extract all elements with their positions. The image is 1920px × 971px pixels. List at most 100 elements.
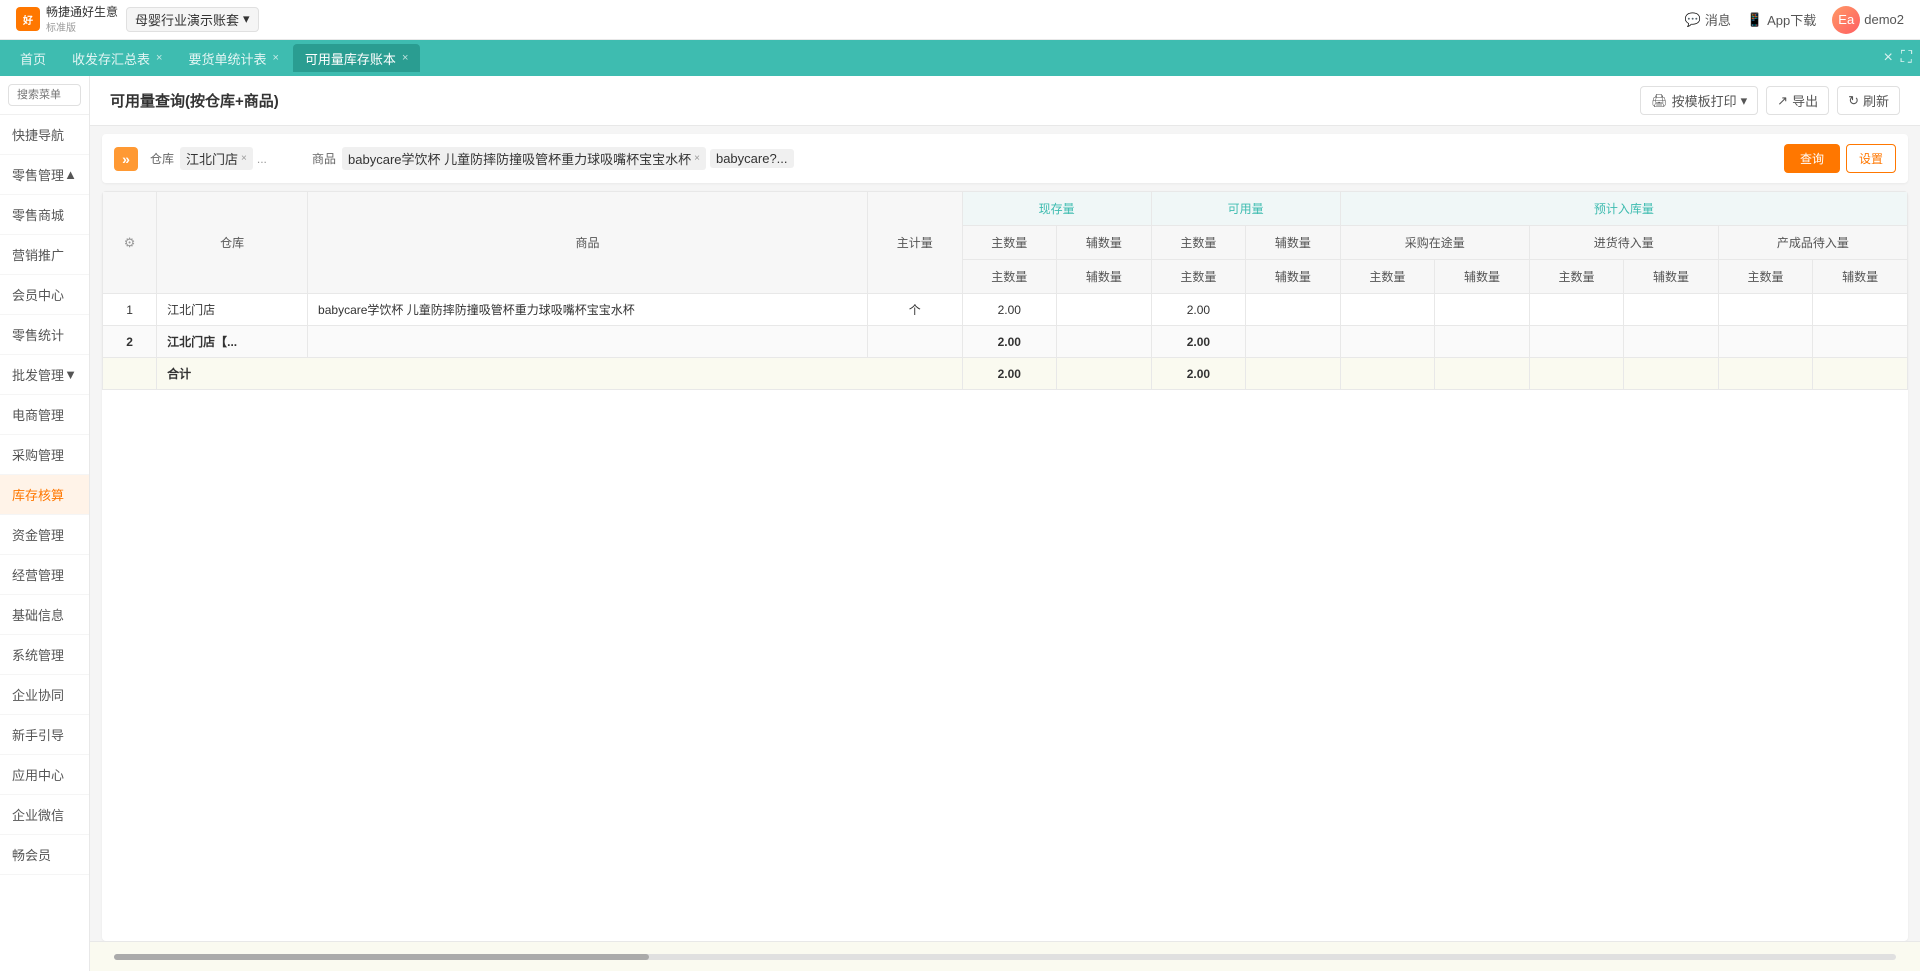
cell-pur-aux-1 xyxy=(1435,294,1530,326)
sidebar-item-new-guide[interactable]: 新手引导 xyxy=(0,715,89,755)
warehouse-filter-more[interactable]: ... xyxy=(257,152,267,166)
tab-home[interactable]: 首页 xyxy=(8,44,58,72)
purchase-label: 采购管理 xyxy=(12,445,64,464)
tab-available-close[interactable]: × xyxy=(402,52,408,64)
cell-avail-main-1: 2.00 xyxy=(1151,294,1246,326)
cell-stock-main-2: 2.00 xyxy=(962,326,1057,358)
print-btn[interactable]: 🖨 按模板打印 ▾ xyxy=(1640,86,1758,115)
th-pur-main: 主数量 xyxy=(1340,260,1435,294)
sidebar-item-purchase[interactable]: 采购管理 xyxy=(0,435,89,475)
sidebar-item-finance[interactable]: 资金管理 xyxy=(0,515,89,555)
summary-gds-main xyxy=(1529,358,1624,390)
cell-product-1: babycare学饮杯 儿童防摔防撞吸管杯重力球吸嘴杯宝宝水杯 xyxy=(308,294,868,326)
print-label: 按模板打印 xyxy=(1672,91,1737,110)
sidebar-item-vip-member[interactable]: 畅会员 xyxy=(0,835,89,875)
retail-mall-label: 零售商城 xyxy=(12,205,64,224)
scrollbar-thumb[interactable] xyxy=(114,954,649,960)
page-title: 可用量查询(按仓库+商品) xyxy=(110,90,279,111)
th-pur-aux: 辅数量 xyxy=(1435,260,1530,294)
logo-area: 好 畅捷通好生意 标准版 xyxy=(16,5,118,34)
member-label: 会员中心 xyxy=(12,285,64,304)
cell-warehouse-1: 江北门店 xyxy=(157,294,308,326)
sidebar-item-wholesale-mgmt[interactable]: 批发管理 ▼ xyxy=(0,355,89,395)
cell-index-1: 1 xyxy=(103,294,157,326)
sidebar-item-app-center[interactable]: 应用中心 xyxy=(0,755,89,795)
sidebar-item-operation[interactable]: 经营管理 xyxy=(0,555,89,595)
sidebar-item-inventory[interactable]: 库存核算 xyxy=(0,475,89,515)
cell-prd-main-1 xyxy=(1718,294,1813,326)
warehouse-tag-container: 江北门店 × ... xyxy=(180,147,300,170)
main-table: ⚙ 仓库 商品 主计量 现存量 可用量 预计入库量 主数量 辅数量 主数量 辅数… xyxy=(102,191,1908,390)
fullscreen-btn[interactable]: ⛶ xyxy=(1901,49,1912,67)
sidebar-item-basic-info[interactable]: 基础信息 xyxy=(0,595,89,635)
sidebar-item-retail-mgmt[interactable]: 零售管理 ▲ xyxy=(0,155,89,195)
th-gds-aux: 辅数量 xyxy=(1624,260,1719,294)
sidebar-item-retail-stats[interactable]: 零售统计 xyxy=(0,315,89,355)
wholesale-mgmt-label: 批发管理 xyxy=(12,365,64,384)
refresh-btn[interactable]: ↻ 刷新 xyxy=(1837,86,1900,115)
summary-stock-main: 2.00 xyxy=(962,358,1057,390)
th-stock-aux-qty: 辅数量 xyxy=(1057,226,1152,260)
cell-gds-aux-1 xyxy=(1624,294,1719,326)
search-input[interactable] xyxy=(8,84,81,106)
chevron-icon: ▲ xyxy=(64,167,77,182)
filter-actions: 查询 设置 xyxy=(1784,144,1896,173)
tab-order-close[interactable]: × xyxy=(272,52,278,64)
th-prd-aux: 辅数量 xyxy=(1813,260,1908,294)
sidebar: 快捷导航 零售管理 ▲ 零售商城 营销推广 会员中心 零售统计 批发管理 ▼ 电… xyxy=(0,76,90,971)
sidebar-item-sys-mgmt[interactable]: 系统管理 xyxy=(0,635,89,675)
cell-stock-main-1: 2.00 xyxy=(962,294,1057,326)
th-product-pending: 产成品待入量 xyxy=(1718,226,1907,260)
cell-avail-main-2: 2.00 xyxy=(1151,326,1246,358)
export-label: 导出 xyxy=(1792,91,1818,110)
tab-available-label: 可用量库存账本 xyxy=(305,49,396,68)
app-download-btn[interactable]: 📱 App下载 xyxy=(1747,10,1816,29)
filter-expand-btn[interactable]: » xyxy=(114,147,138,171)
logo-text: 畅捷通好生意 xyxy=(46,5,118,19)
tab-receive-close[interactable]: × xyxy=(156,52,162,64)
tab-bar: 首页 收发存汇总表 × 要货单统计表 × 可用量库存账本 × × ⛶ xyxy=(0,40,1920,76)
sidebar-item-marketing[interactable]: 营销推广 xyxy=(0,235,89,275)
warehouse-filter-group: 仓库 江北门店 × ... xyxy=(150,147,300,170)
th-settings[interactable]: ⚙ xyxy=(103,192,157,294)
user-profile[interactable]: Ea demo2 xyxy=(1832,6,1904,34)
horizontal-scrollbar[interactable] xyxy=(114,954,1896,960)
warehouse-tag-close[interactable]: × xyxy=(241,153,247,164)
message-btn[interactable]: 💬 消息 xyxy=(1685,10,1731,29)
sidebar-item-enterprise-wechat[interactable]: 企业微信 xyxy=(0,795,89,835)
th-s-main: 主数量 xyxy=(962,260,1057,294)
tab-receive[interactable]: 收发存汇总表 × xyxy=(60,44,174,72)
query-btn[interactable]: 查询 xyxy=(1784,144,1840,173)
page-header: 可用量查询(按仓库+商品) 🖨 按模板打印 ▾ ↗ 导出 ↻ 刷新 xyxy=(90,76,1920,126)
enterprise-label: 企业协同 xyxy=(12,685,64,704)
cell-avail-aux-1 xyxy=(1246,294,1341,326)
finance-label: 资金管理 xyxy=(12,525,64,544)
summary-row: 合计 2.00 2.00 xyxy=(103,358,1908,390)
cell-gds-main-1 xyxy=(1529,294,1624,326)
close-all-btn[interactable]: × xyxy=(1883,49,1892,67)
summary-pur-main xyxy=(1340,358,1435,390)
user-initial: Ea xyxy=(1838,12,1854,27)
sidebar-item-enterprise[interactable]: 企业协同 xyxy=(0,675,89,715)
store-selector[interactable]: 母婴行业演示账套 ▾ xyxy=(126,7,259,32)
cell-pur-main-2 xyxy=(1340,326,1435,358)
operation-label: 经营管理 xyxy=(12,565,64,584)
chevron-down-icon: ▾ xyxy=(243,11,250,27)
summary-settings xyxy=(103,358,157,390)
sidebar-item-ecommerce[interactable]: 电商管理 xyxy=(0,395,89,435)
sidebar-item-quick-nav[interactable]: 快捷导航 xyxy=(0,115,89,155)
sidebar-item-member[interactable]: 会员中心 xyxy=(0,275,89,315)
new-guide-label: 新手引导 xyxy=(12,725,64,744)
cell-stock-aux-1 xyxy=(1057,294,1152,326)
avatar: Ea xyxy=(1832,6,1860,34)
sidebar-item-retail-mall[interactable]: 零售商城 xyxy=(0,195,89,235)
enterprise-wechat-label: 企业微信 xyxy=(12,805,64,824)
product-tag-close-0[interactable]: × xyxy=(694,153,700,164)
quick-nav-label: 快捷导航 xyxy=(12,125,64,144)
tab-available[interactable]: 可用量库存账本 × xyxy=(293,44,420,72)
export-btn[interactable]: ↗ 导出 xyxy=(1766,86,1829,115)
setting-btn[interactable]: 设置 xyxy=(1846,144,1896,173)
tab-order-label: 要货单统计表 xyxy=(188,49,266,68)
tab-order[interactable]: 要货单统计表 × xyxy=(176,44,290,72)
cell-stock-aux-2 xyxy=(1057,326,1152,358)
